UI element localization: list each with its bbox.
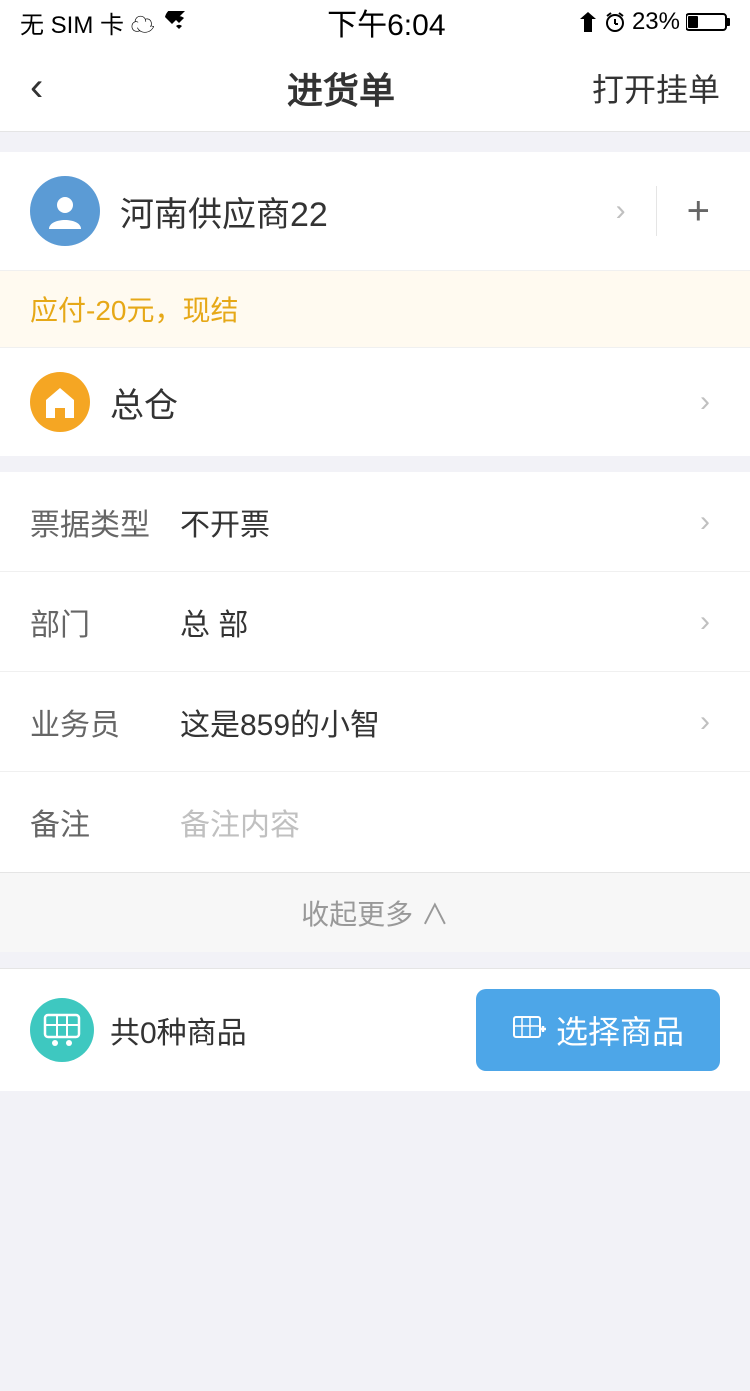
status-left: 无 SIM 卡 ☁ [20,5,195,40]
cart-icon [43,1013,81,1047]
location-icon [578,11,598,33]
open-pending-button[interactable]: 打开挂单 [592,65,720,111]
alarm-icon [604,11,626,33]
dept-chevron-icon: › [700,605,710,639]
form-section: 票据类型 不开票 › 部门 总 部 › 业务员 这是859的小智 › 备注 备注… [0,472,750,872]
select-product-icon [512,1015,546,1045]
section-gap-1 [0,132,750,152]
product-icon-wrap [30,998,94,1062]
invoice-row[interactable]: 票据类型 不开票 › [0,472,750,572]
sales-value: 这是859的小智 [160,700,700,744]
bottom-bar: 共0种商品 选择商品 [0,968,750,1091]
gray-area [0,1091,750,1391]
back-button[interactable]: ‹ [30,65,90,110]
dept-row[interactable]: 部门 总 部 › [0,572,750,672]
dept-value: 总 部 [160,600,700,644]
add-button[interactable]: + [677,189,720,234]
invoice-label: 票据类型 [30,500,160,544]
sim-label: 无 SIM 卡 ☁ [20,5,155,40]
dept-label: 部门 [30,600,160,644]
battery-icon [686,11,730,33]
status-bar: 无 SIM 卡 ☁ 下午6:04 23% [0,0,750,44]
nav-bar: ‹ 进货单 打开挂单 [0,44,750,132]
notice-text: 应付-20元，现结 [30,295,238,326]
product-count-area: 共0种商品 [30,998,247,1062]
select-product-button[interactable]: 选择商品 [476,989,720,1071]
supplier-chevron-icon: › [616,194,626,228]
warehouse-chevron-icon: › [700,385,710,419]
remark-label: 备注 [30,800,160,844]
warehouse-row[interactable]: 总仓 › [0,347,750,456]
collapse-label: 收起更多 ∧ [301,893,449,933]
supplier-section: 河南供应商22 › + 应付-20元，现结 总仓 › [0,152,750,456]
page-title: 进货单 [287,62,395,114]
supplier-name: 河南供应商22 [120,187,616,236]
invoice-chevron-icon: › [700,505,710,539]
remark-value[interactable]: 备注内容 [160,800,720,844]
sales-label: 业务员 [30,700,160,744]
select-btn-label: 选择商品 [556,1007,684,1053]
status-right: 23% [578,8,730,36]
collapse-row[interactable]: 收起更多 ∧ [0,872,750,952]
remark-row[interactable]: 备注 备注内容 [0,772,750,872]
home-icon [42,384,78,420]
invoice-value: 不开票 [160,500,700,544]
supplier-avatar [30,176,100,246]
sales-row[interactable]: 业务员 这是859的小智 › [0,672,750,772]
person-icon [45,191,85,231]
notice-bar: 应付-20元，现结 [0,271,750,347]
product-count-text: 共0种商品 [110,1008,247,1052]
status-time: 下午6:04 [327,0,445,44]
warehouse-icon [30,372,90,432]
sales-chevron-icon: › [700,705,710,739]
battery-text: 23% [632,8,680,36]
vertical-divider [656,186,657,236]
warehouse-name: 总仓 [110,378,700,427]
supplier-row[interactable]: 河南供应商22 › + [0,152,750,271]
wifi-icon [163,11,195,33]
